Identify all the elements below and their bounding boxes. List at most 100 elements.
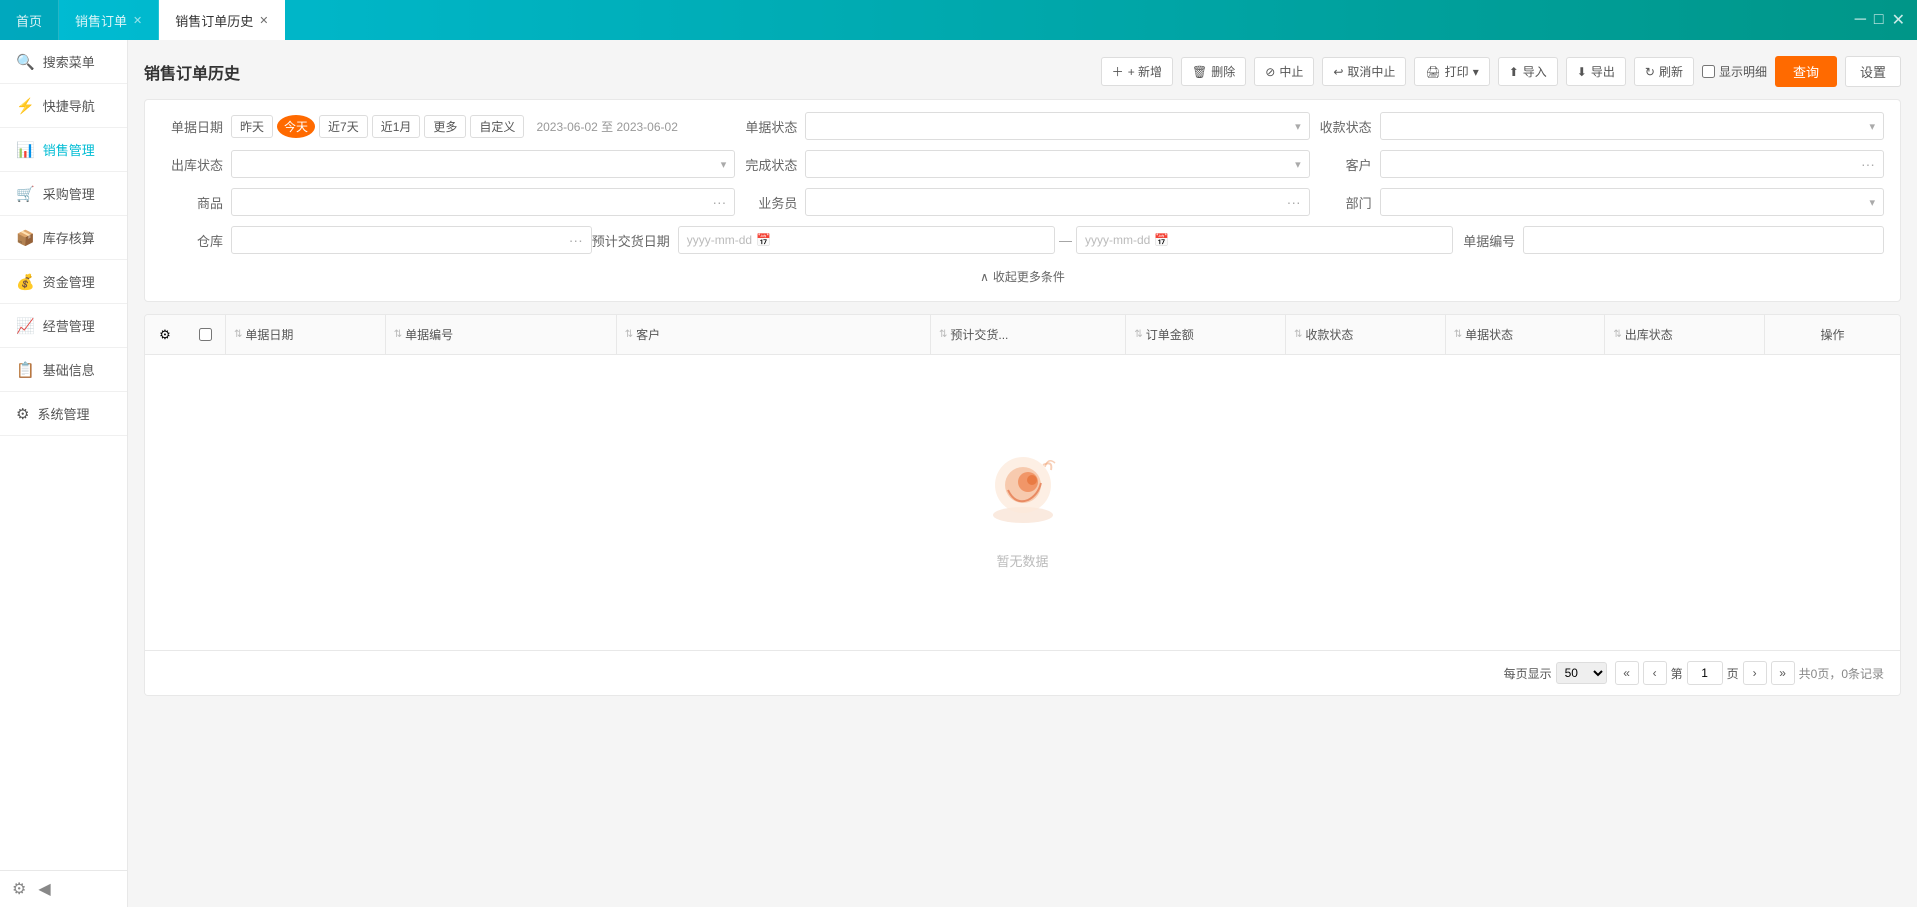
tab-sales-order-history-close[interactable]: ✕ xyxy=(259,14,268,27)
sidebar-item-sales[interactable]: 📊 销售管理 xyxy=(0,128,127,172)
tab-sales-order-close[interactable]: ✕ xyxy=(133,14,142,27)
stop-button[interactable]: ⊘ 中止 xyxy=(1254,57,1314,86)
sidebar-item-quick-nav[interactable]: ⚡ 快捷导航 xyxy=(0,84,127,128)
out-status-arrow-icon: ▾ xyxy=(721,158,727,171)
import-button[interactable]: ⬆ 导入 xyxy=(1498,57,1558,86)
delete-button[interactable]: 🗑 删除 xyxy=(1181,57,1246,86)
sidebar-item-purchase[interactable]: 🛒 采购管理 xyxy=(0,172,127,216)
sidebar-collapse-icon[interactable]: ◀ xyxy=(38,879,50,899)
filter-row-status: 出库状态 ▾ 完成状态 ▾ 客户 ··· xyxy=(161,150,1884,178)
sidebar-item-search[interactable]: 🔍 搜索菜单 xyxy=(0,40,127,84)
th-checkbox[interactable] xyxy=(185,328,225,341)
window-controls: ─ □ ✕ xyxy=(1843,0,1917,40)
delivery-date-label: 预计交货日期 xyxy=(592,231,678,250)
per-page-label: 每页显示 xyxy=(1504,665,1552,682)
th-delivery[interactable]: ⇅ 预计交货... xyxy=(930,315,1125,354)
sidebar-settings-icon[interactable]: ⚙ xyxy=(12,879,26,899)
date-more-btn[interactable]: 更多 xyxy=(424,115,466,138)
date-custom-btn[interactable]: 自定义 xyxy=(470,115,524,138)
salesperson-label: 业务员 xyxy=(735,193,805,212)
last-page-button[interactable]: » xyxy=(1771,661,1795,685)
calendar-end-icon: 📅 xyxy=(1154,233,1169,247)
out-status-select[interactable]: ▾ xyxy=(231,150,735,178)
sidebar-item-operations[interactable]: 📈 经营管理 xyxy=(0,304,127,348)
th-recstatus-label: 收款状态 xyxy=(1305,326,1353,343)
th-customer-label: 客户 xyxy=(636,326,660,343)
doc-no-input[interactable] xyxy=(1523,226,1884,254)
collapse-more-btn[interactable]: ∧ 收起更多条件 xyxy=(161,264,1884,289)
delivery-date-start-input[interactable]: yyyy-mm-dd 📅 xyxy=(678,226,1055,254)
th-settings[interactable]: ⚙ xyxy=(145,327,185,343)
complete-status-select[interactable]: ▾ xyxy=(805,150,1309,178)
empty-text: 暂无数据 xyxy=(996,551,1048,570)
warehouse-dots-icon: ··· xyxy=(569,232,583,248)
goods-input[interactable]: ··· xyxy=(231,188,735,216)
th-recstatus[interactable]: ⇅ 收款状态 xyxy=(1285,315,1445,354)
display-detail-checkbox-label[interactable]: 显示明细 xyxy=(1702,63,1767,80)
per-page-dropdown[interactable]: 50 100 200 xyxy=(1556,662,1607,684)
export-label: 导出 xyxy=(1591,63,1615,80)
th-docstatus-label: 单据状态 xyxy=(1465,326,1513,343)
cancel-stop-button[interactable]: ↩ 取消中止 xyxy=(1322,57,1406,86)
doc-status-arrow-icon: ▾ xyxy=(1295,120,1301,133)
sidebar-bottom: ⚙ ◀ xyxy=(0,870,127,907)
export-button[interactable]: ⬇ 导出 xyxy=(1566,57,1626,86)
table-header: ⚙ ⇅ 单据日期 ⇅ 单据编号 ⇅ 客户 ⇅ xyxy=(145,315,1900,355)
print-icon: 🖨 xyxy=(1425,65,1440,79)
th-docstatus[interactable]: ⇅ 单据状态 xyxy=(1445,315,1605,354)
main-layout: 🔍 搜索菜单 ⚡ 快捷导航 📊 销售管理 🛒 采购管理 📦 库存核算 💰 资金管… xyxy=(0,40,1917,907)
display-detail-checkbox[interactable] xyxy=(1702,65,1715,78)
print-button[interactable]: 🖨 打印 ▾ xyxy=(1414,57,1489,86)
salesperson-input[interactable]: ··· xyxy=(805,188,1309,216)
dept-select[interactable]: ▾ xyxy=(1380,188,1884,216)
date-today-btn[interactable]: 今天 xyxy=(277,115,315,138)
table-settings-icon: ⚙ xyxy=(159,327,171,343)
th-date[interactable]: ⇅ 单据日期 xyxy=(225,315,385,354)
window-max-button[interactable]: □ xyxy=(1874,11,1884,29)
date-7days-btn[interactable]: 近7天 xyxy=(319,115,368,138)
select-all-checkbox[interactable] xyxy=(199,328,212,341)
payment-status-select[interactable]: ▾ xyxy=(1380,112,1884,140)
delivery-date-end-input[interactable]: yyyy-mm-dd 📅 xyxy=(1076,226,1453,254)
sort-docno-icon: ⇅ xyxy=(394,329,402,340)
query-button[interactable]: 查询 xyxy=(1775,56,1837,87)
tab-sales-order-label: 销售订单 xyxy=(75,11,127,30)
sidebar-item-system[interactable]: ⚙ 系统管理 xyxy=(0,392,127,436)
th-docno[interactable]: ⇅ 单据编号 xyxy=(385,315,616,354)
sidebar-item-finance[interactable]: 💰 资金管理 xyxy=(0,260,127,304)
sidebar-item-base-info[interactable]: 📋 基础信息 xyxy=(0,348,127,392)
tab-sales-order-history[interactable]: 销售订单历史 ✕ xyxy=(159,0,285,40)
prev-page-button[interactable]: ‹ xyxy=(1643,661,1667,685)
th-docno-label: 单据编号 xyxy=(405,326,453,343)
customer-dots-icon: ··· xyxy=(1861,156,1875,172)
refresh-button[interactable]: ↻ 刷新 xyxy=(1634,57,1694,86)
tab-sales-order[interactable]: 销售订单 ✕ xyxy=(59,0,159,40)
sort-docstatus-icon: ⇅ xyxy=(1454,329,1462,340)
filter-salesperson: 业务员 ··· xyxy=(735,188,1309,216)
date-yesterday-btn[interactable]: 昨天 xyxy=(231,115,273,138)
filter-doc-no: 单据编号 xyxy=(1453,226,1884,254)
total-text: 共0页，0条记录 xyxy=(1799,665,1884,682)
next-page-button[interactable]: › xyxy=(1743,661,1767,685)
sidebar-sales-label: 销售管理 xyxy=(43,140,95,159)
customer-input[interactable]: ··· xyxy=(1380,150,1884,178)
first-page-button[interactable]: « xyxy=(1615,661,1639,685)
date-1month-btn[interactable]: 近1月 xyxy=(372,115,421,138)
window-min-button[interactable]: ─ xyxy=(1855,11,1866,29)
window-close-button[interactable]: ✕ xyxy=(1892,10,1905,30)
filter-delivery-date: 预计交货日期 yyyy-mm-dd 📅 — yyyy-mm-dd 📅 xyxy=(592,226,1454,254)
sidebar-system-label: 系统管理 xyxy=(37,404,89,423)
th-customer[interactable]: ⇅ 客户 xyxy=(616,315,930,354)
base-info-icon: 📋 xyxy=(16,361,35,379)
current-page-input[interactable] xyxy=(1687,661,1723,685)
operations-icon: 📈 xyxy=(16,317,35,335)
warehouse-input[interactable]: ··· xyxy=(231,226,592,254)
sidebar-item-inventory[interactable]: 📦 库存核算 xyxy=(0,216,127,260)
doc-status-select[interactable]: ▾ xyxy=(805,112,1309,140)
settings-button[interactable]: 设置 xyxy=(1845,56,1901,87)
th-outstatus[interactable]: ⇅ 出库状态 xyxy=(1604,315,1764,354)
new-button[interactable]: ＋ + 新增 xyxy=(1101,57,1173,86)
th-amount[interactable]: ⇅ 订单金额 xyxy=(1125,315,1285,354)
tab-home[interactable]: 首页 xyxy=(0,0,59,40)
delete-icon: 🗑 xyxy=(1192,65,1207,79)
